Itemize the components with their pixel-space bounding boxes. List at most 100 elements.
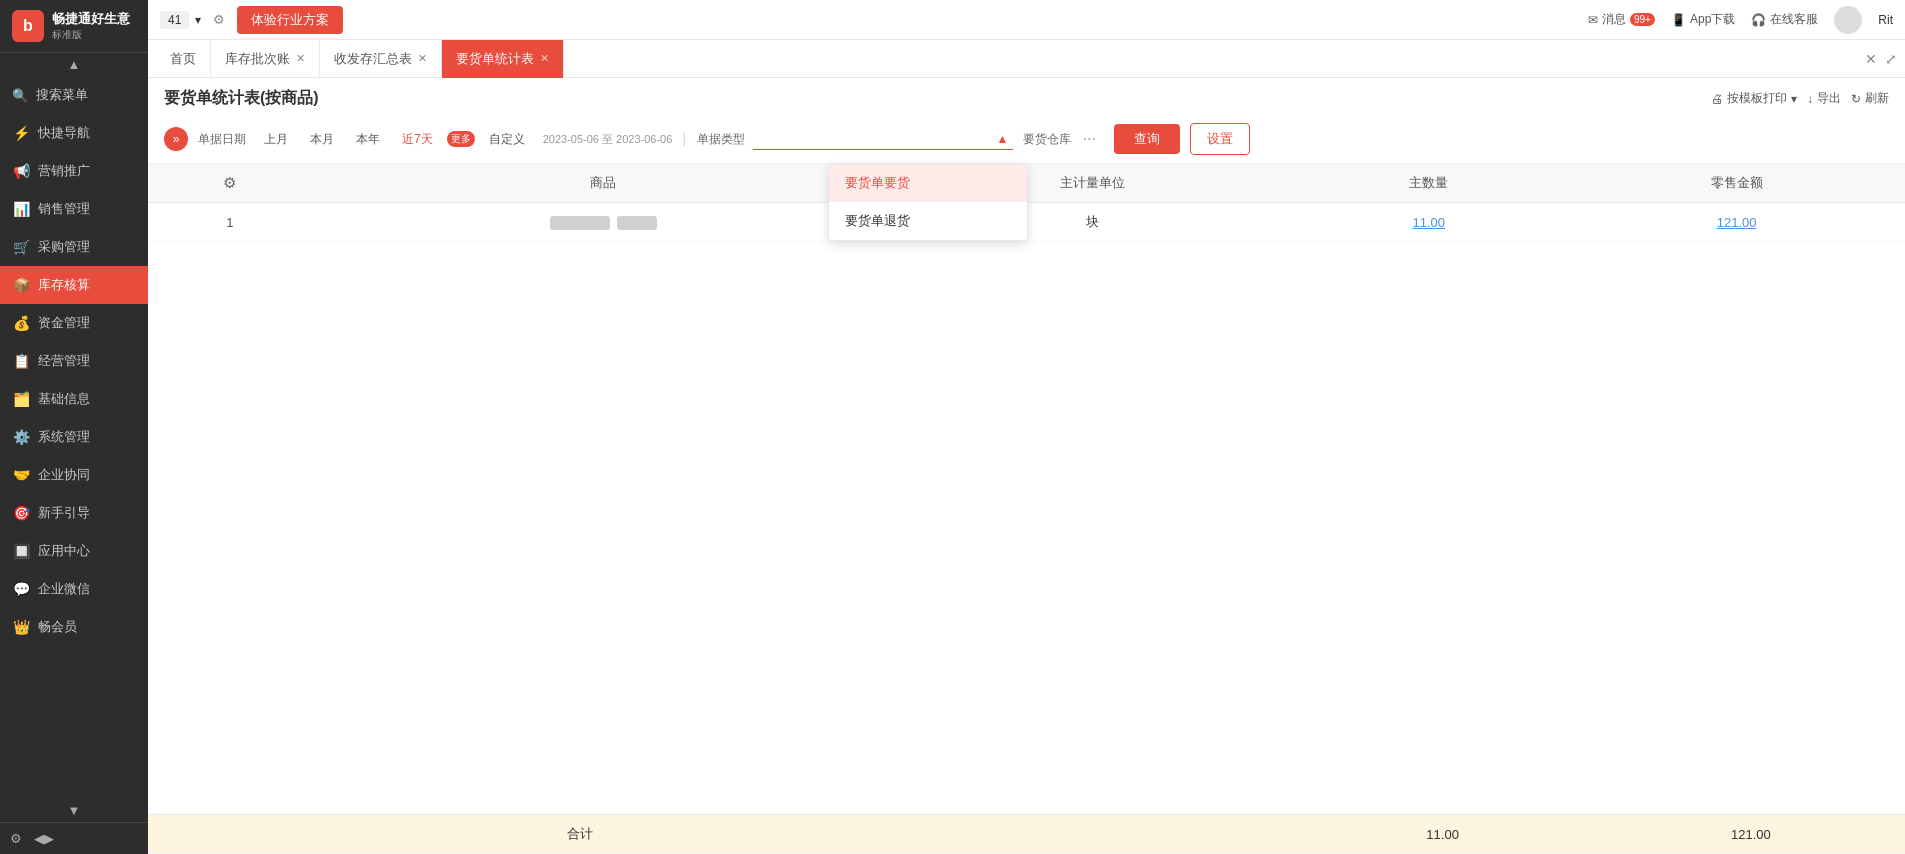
table-settings-icon[interactable]: ⚙: [223, 174, 236, 191]
vip-icon: 👑: [12, 618, 30, 636]
app-download-icon: 📱: [1671, 13, 1686, 27]
date-btn-this-month[interactable]: 本月: [302, 128, 342, 151]
sidebar-nav: ⚡ 快捷导航 📢 营销推广 📊 销售管理 🛒 采购管理 📦 库存核算 💰 资金管…: [0, 114, 148, 799]
summary-table: 合计 11.00 121.00: [148, 815, 1905, 854]
sidebar-logo: b 畅捷通好生意 标准版: [0, 0, 148, 53]
sidebar-item-wechat[interactable]: 💬 企业微信: [0, 570, 148, 608]
type-dropdown-overlay: 要货单要货 要货单退货: [828, 163, 1028, 241]
online-service-item[interactable]: 🎧 在线客服: [1751, 11, 1818, 28]
sidebar-search[interactable]: 🔍 搜索菜单: [0, 76, 148, 114]
sidebar-item-system[interactable]: ⚙️ 系统管理: [0, 418, 148, 456]
tab-close-order-summary[interactable]: ✕: [540, 52, 549, 65]
sidebar-item-guide[interactable]: 🎯 新手引导: [0, 494, 148, 532]
tab-close-consignment-summary[interactable]: ✕: [418, 52, 427, 65]
filter-type-section: 单据类型 ▲: [697, 128, 1013, 150]
sidebar-toggle-btn[interactable]: ◀▶: [34, 831, 54, 846]
page-header: 要货单统计表(按商品) 🖨 按模板打印 ▾ ↓ 导出 ↻ 刷新: [148, 78, 1905, 115]
summary-area: 合计 11.00 121.00: [148, 814, 1905, 854]
purchase-icon: 🛒: [12, 238, 30, 256]
dropdown-item-order-return[interactable]: 要货单退货: [829, 202, 1027, 240]
sidebar-item-vip[interactable]: 👑 畅会员: [0, 608, 148, 646]
sidebar-settings-btn[interactable]: ⚙: [10, 831, 22, 846]
marketing-icon: 📢: [12, 162, 30, 180]
header-settings-icon[interactable]: ⚙: [213, 12, 225, 27]
dropdown-item-order-goods[interactable]: 要货单要货: [829, 164, 1027, 202]
trial-industry-button[interactable]: 体验行业方案: [237, 6, 343, 34]
tab-consignment-summary[interactable]: 收发存汇总表 ✕: [320, 40, 442, 78]
product-blur-1: [550, 216, 610, 230]
sidebar-bottom: ⚙ ◀▶: [0, 822, 148, 854]
col-settings[interactable]: ⚙: [148, 164, 312, 203]
sales-icon: 📊: [12, 200, 30, 218]
print-icon: 🖨: [1711, 92, 1723, 106]
messages-icon: ✉: [1588, 13, 1598, 27]
type-filter-input[interactable]: [753, 128, 1013, 150]
tab-order-summary[interactable]: 要货单统计表 ✕: [442, 40, 564, 78]
sidebar-item-marketing[interactable]: 📢 营销推广: [0, 152, 148, 190]
app-logo-icon: b: [12, 10, 44, 42]
product-blur-2: [617, 216, 657, 230]
query-button[interactable]: 查询: [1114, 124, 1180, 154]
page-actions: 🖨 按模板打印 ▾ ↓ 导出 ↻ 刷新: [1711, 90, 1889, 107]
wechat-icon: 💬: [12, 580, 30, 598]
tab-close-batch-accounts[interactable]: ✕: [296, 52, 305, 65]
date-btn-last-month[interactable]: 上月: [256, 128, 296, 151]
basic-icon: 🗂️: [12, 390, 30, 408]
system-icon: ⚙️: [12, 428, 30, 446]
messages-badge: 99+: [1630, 13, 1655, 26]
filter-separator: |: [682, 130, 686, 148]
finance-icon: 💰: [12, 314, 30, 332]
store-number: 41: [160, 11, 189, 29]
store-dropdown-icon[interactable]: ▾: [195, 13, 201, 27]
store-selector[interactable]: 41 ▾: [160, 11, 201, 29]
sidebar-item-apps[interactable]: 🔲 应用中心: [0, 532, 148, 570]
date-btn-this-year[interactable]: 本年: [348, 128, 388, 151]
print-template-btn[interactable]: 🖨 按模板打印 ▾: [1711, 90, 1797, 107]
col-product: 商品: [312, 164, 895, 203]
row-index: 1: [148, 203, 312, 242]
tabs-expand-icon[interactable]: ⤢: [1885, 51, 1897, 67]
sidebar-item-enterprise[interactable]: 🤝 企业协同: [0, 456, 148, 494]
sidebar-scroll-down[interactable]: ▼: [0, 799, 148, 822]
type-dropdown-arrow[interactable]: ▲: [997, 132, 1009, 146]
top-header: 41 ▾ ⚙ 体验行业方案 ✉ 消息 99+ 📱 App下载 🎧 在线客服 Ri…: [148, 0, 1905, 40]
sidebar-item-operations[interactable]: 📋 经营管理: [0, 342, 148, 380]
header-right: ✉ 消息 99+ 📱 App下载 🎧 在线客服 Rit: [1588, 6, 1893, 34]
warehouse-filter-label: 要货仓库: [1023, 131, 1071, 148]
sidebar-item-sales[interactable]: 📊 销售管理: [0, 190, 148, 228]
type-input-wrap: ▲: [753, 128, 1013, 150]
row-quantity[interactable]: 11.00: [1289, 203, 1568, 242]
export-btn[interactable]: ↓ 导出: [1807, 90, 1841, 107]
tab-home[interactable]: 首页: [156, 40, 211, 78]
sidebar-item-basic[interactable]: 🗂️ 基础信息: [0, 380, 148, 418]
summary-quantity: 11.00: [1289, 815, 1597, 854]
quick-nav-icon: ⚡: [12, 124, 30, 142]
messages-item[interactable]: ✉ 消息 99+: [1588, 11, 1655, 28]
enterprise-icon: 🤝: [12, 466, 30, 484]
print-dropdown-icon[interactable]: ▾: [1791, 92, 1797, 106]
table-wrap: ⚙ 商品 主计量单位 主数量 零售金额 1: [148, 164, 1905, 814]
filter-expand-btn[interactable]: »: [164, 127, 188, 151]
warehouse-more-icon[interactable]: ···: [1083, 130, 1096, 148]
operations-icon: 📋: [12, 352, 30, 370]
sidebar-item-quick-nav[interactable]: ⚡ 快捷导航: [0, 114, 148, 152]
date-btn-last-7-days[interactable]: 近7天: [394, 128, 441, 151]
user-name: Rit: [1878, 13, 1893, 27]
refresh-btn[interactable]: ↻ 刷新: [1851, 90, 1889, 107]
guide-icon: 🎯: [12, 504, 30, 522]
user-avatar[interactable]: [1834, 6, 1862, 34]
sidebar-item-finance[interactable]: 💰 资金管理: [0, 304, 148, 342]
row-amount[interactable]: 121.00: [1568, 203, 1905, 242]
tab-batch-accounts[interactable]: 库存批次账 ✕: [211, 40, 320, 78]
sidebar-item-purchase[interactable]: 🛒 采购管理: [0, 228, 148, 266]
settings-button[interactable]: 设置: [1190, 123, 1250, 155]
tabs-close-all-icon[interactable]: ✕: [1865, 51, 1877, 67]
app-logo-text: 畅捷通好生意 标准版: [52, 11, 130, 41]
app-download-item[interactable]: 📱 App下载: [1671, 11, 1735, 28]
date-filter-label: 单据日期: [198, 131, 246, 148]
export-icon: ↓: [1807, 92, 1813, 106]
date-btn-custom[interactable]: 自定义: [481, 128, 533, 151]
sidebar-item-inventory[interactable]: 📦 库存核算: [0, 266, 148, 304]
main-area: 41 ▾ ⚙ 体验行业方案 ✉ 消息 99+ 📱 App下载 🎧 在线客服 Ri…: [148, 0, 1905, 854]
sidebar-scroll-up[interactable]: ▲: [0, 53, 148, 76]
